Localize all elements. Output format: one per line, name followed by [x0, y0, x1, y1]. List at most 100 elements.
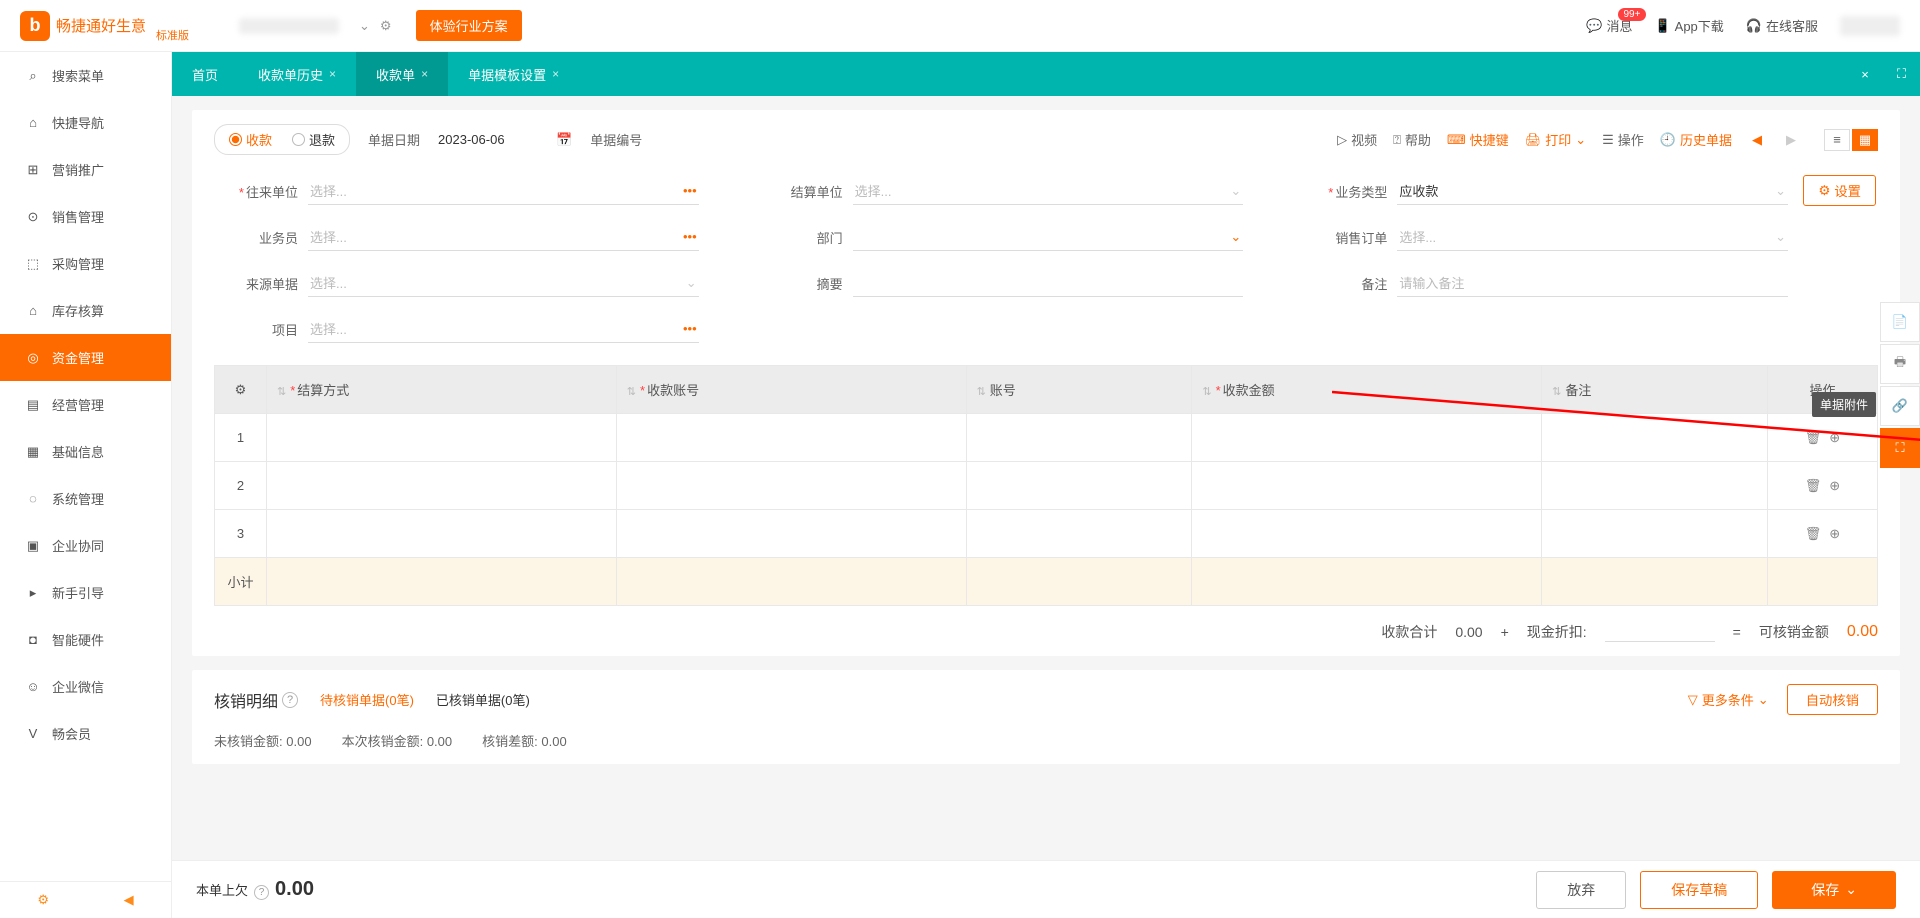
fullscreen-button[interactable]: ⛶	[1883, 66, 1920, 82]
table-row[interactable]: 3🗑⊕	[215, 510, 1878, 558]
app-download-button[interactable]: 📱 App下载	[1654, 16, 1723, 35]
sidebar-item-2[interactable]: ⊞营销推广	[0, 146, 171, 193]
rail-draft-icon[interactable]: 📄	[1880, 302, 1920, 342]
delete-icon[interactable]: 🗑	[1805, 430, 1822, 445]
input-customer[interactable]: 选择...•••	[308, 177, 699, 205]
sidebar-item-11[interactable]: ▸新手引导	[0, 569, 171, 616]
messages-button[interactable]: 💬 消息 99+	[1586, 16, 1632, 35]
online-service-button[interactable]: 🎧 在线客服	[1746, 16, 1818, 35]
sidebar-item-6[interactable]: ◎资金管理	[0, 334, 171, 381]
nav-next-icon[interactable]: ▶	[1782, 132, 1800, 148]
tab-done[interactable]: 已核销单据(0笔)	[436, 690, 530, 709]
tab-2[interactable]: 收款单×	[356, 52, 448, 96]
sidebar-item-0[interactable]: ⌕搜索菜单	[0, 52, 171, 99]
add-icon[interactable]: ⊕	[1829, 430, 1840, 445]
calendar-icon[interactable]: 📅	[556, 132, 572, 148]
settings-button[interactable]: ⚙设置	[1803, 175, 1876, 206]
experience-button[interactable]: 体验行业方案	[416, 10, 522, 41]
nav-prev-icon[interactable]: ◀	[1748, 132, 1766, 148]
radio-receive[interactable]: 收款	[221, 128, 280, 151]
doc-date-value[interactable]: 2023-06-06	[438, 132, 538, 147]
help-icon[interactable]: ?	[254, 885, 269, 900]
action-shortcut[interactable]: ⌨快捷键	[1447, 130, 1509, 149]
sidebar-item-3[interactable]: ⊙销售管理	[0, 193, 171, 240]
sidebar-item-9[interactable]: ◌系统管理	[0, 475, 171, 522]
col-acct[interactable]: ⇅*收款账号	[616, 366, 966, 414]
sidebar-item-8[interactable]: ▦基础信息	[0, 428, 171, 475]
tab-pending[interactable]: 待核销单据(0笔)	[320, 690, 414, 709]
tab-0[interactable]: 首页	[172, 52, 238, 96]
input-dept[interactable]: ⌄	[853, 223, 1244, 251]
col-number[interactable]: ⇅账号	[966, 366, 1192, 414]
user-avatar[interactable]	[1840, 16, 1900, 36]
sort-icon[interactable]: ⇅	[277, 386, 286, 398]
chevron-down-icon[interactable]: ⌄	[1775, 183, 1786, 199]
settings-icon[interactable]: ⚙	[37, 892, 49, 908]
gear-icon[interactable]: ⚙	[380, 18, 392, 34]
close-icon[interactable]: ×	[329, 67, 336, 81]
save-draft-button[interactable]: 保存草稿	[1640, 871, 1758, 909]
rail-expand-icon[interactable]: ⛶	[1880, 428, 1920, 468]
tab-3[interactable]: 单据模板设置×	[448, 52, 579, 96]
tab-1[interactable]: 收款单历史×	[238, 52, 356, 96]
chevron-down-icon[interactable]: ⌄	[1775, 229, 1786, 245]
more-icon[interactable]: •••	[683, 183, 697, 198]
input-project[interactable]: 选择...•••	[308, 315, 699, 343]
view-grid-button[interactable]: ▦	[1852, 129, 1878, 151]
sidebar-item-13[interactable]: ☺企业微信	[0, 663, 171, 710]
close-tab-button[interactable]: ×	[1847, 67, 1883, 82]
rail-attachment-icon[interactable]: 🔗	[1880, 386, 1920, 426]
sidebar-item-7[interactable]: ▤经营管理	[0, 381, 171, 428]
sidebar-item-4[interactable]: ⬚采购管理	[0, 240, 171, 287]
input-salesperson[interactable]: 选择...•••	[308, 223, 699, 251]
action-operation[interactable]: ☰操作	[1602, 130, 1644, 149]
more-filters-button[interactable]: ▽ 更多条件 ⌄	[1688, 690, 1769, 709]
collapse-icon[interactable]: ◀	[124, 892, 134, 908]
view-list-button[interactable]: ≡	[1824, 129, 1850, 151]
table-row[interactable]: 2🗑⊕	[215, 462, 1878, 510]
sidebar-item-12[interactable]: ◘智能硬件	[0, 616, 171, 663]
add-icon[interactable]: ⊕	[1829, 478, 1840, 493]
sort-icon[interactable]: ⇅	[1552, 386, 1561, 398]
chevron-down-icon[interactable]: ⌄	[1230, 183, 1241, 199]
input-remark[interactable]: 请输入备注	[1397, 269, 1788, 297]
action-video[interactable]: ▷视频	[1337, 130, 1377, 149]
close-icon[interactable]: ×	[421, 67, 428, 81]
input-settle-unit[interactable]: 选择...⌄	[853, 177, 1244, 205]
input-source-doc[interactable]: 选择...⌄	[308, 269, 699, 297]
delete-icon[interactable]: 🗑	[1805, 526, 1822, 541]
col-gear[interactable]: ⚙	[215, 366, 267, 414]
action-help[interactable]: ⍰帮助	[1393, 130, 1431, 149]
col-remark[interactable]: ⇅备注	[1542, 366, 1768, 414]
sidebar-item-1[interactable]: ⌂快捷导航	[0, 99, 171, 146]
input-summary[interactable]	[853, 269, 1244, 297]
chevron-down-icon[interactable]: ⌄	[686, 275, 697, 291]
input-biz-type[interactable]: 应收款⌄	[1397, 177, 1788, 205]
delete-icon[interactable]: 🗑	[1805, 478, 1822, 493]
more-icon[interactable]: •••	[683, 321, 697, 336]
rail-print-icon[interactable]: 🖶	[1880, 344, 1920, 384]
discard-button[interactable]: 放弃	[1536, 871, 1626, 909]
table-row[interactable]: 1🗑⊕	[215, 414, 1878, 462]
action-history[interactable]: 🕘历史单据	[1660, 130, 1732, 149]
help-icon[interactable]: ?	[282, 692, 298, 708]
save-button[interactable]: 保存⌄	[1772, 871, 1896, 909]
sort-icon[interactable]: ⇅	[627, 386, 636, 398]
action-print[interactable]: 🖨打印⌄	[1525, 130, 1586, 149]
company-selector[interactable]: ⌄	[239, 18, 370, 34]
col-settle[interactable]: ⇅*结算方式	[267, 366, 617, 414]
input-sales-order[interactable]: 选择...⌄	[1397, 223, 1788, 251]
sidebar-item-10[interactable]: ▣企业协同	[0, 522, 171, 569]
discount-input[interactable]	[1605, 622, 1715, 642]
sort-icon[interactable]: ⇅	[977, 386, 986, 398]
more-icon[interactable]: •••	[683, 229, 697, 244]
chevron-down-icon[interactable]: ⌄	[1230, 229, 1241, 245]
radio-refund[interactable]: 退款	[284, 128, 343, 151]
close-icon[interactable]: ×	[552, 67, 559, 81]
sidebar-item-5[interactable]: ⌂库存核算	[0, 287, 171, 334]
col-amount[interactable]: ⇅*收款金额	[1192, 366, 1542, 414]
sidebar-item-14[interactable]: V畅会员	[0, 710, 171, 757]
auto-writeoff-button[interactable]: 自动核销	[1787, 684, 1878, 715]
sort-icon[interactable]: ⇅	[1202, 386, 1211, 398]
add-icon[interactable]: ⊕	[1829, 526, 1840, 541]
